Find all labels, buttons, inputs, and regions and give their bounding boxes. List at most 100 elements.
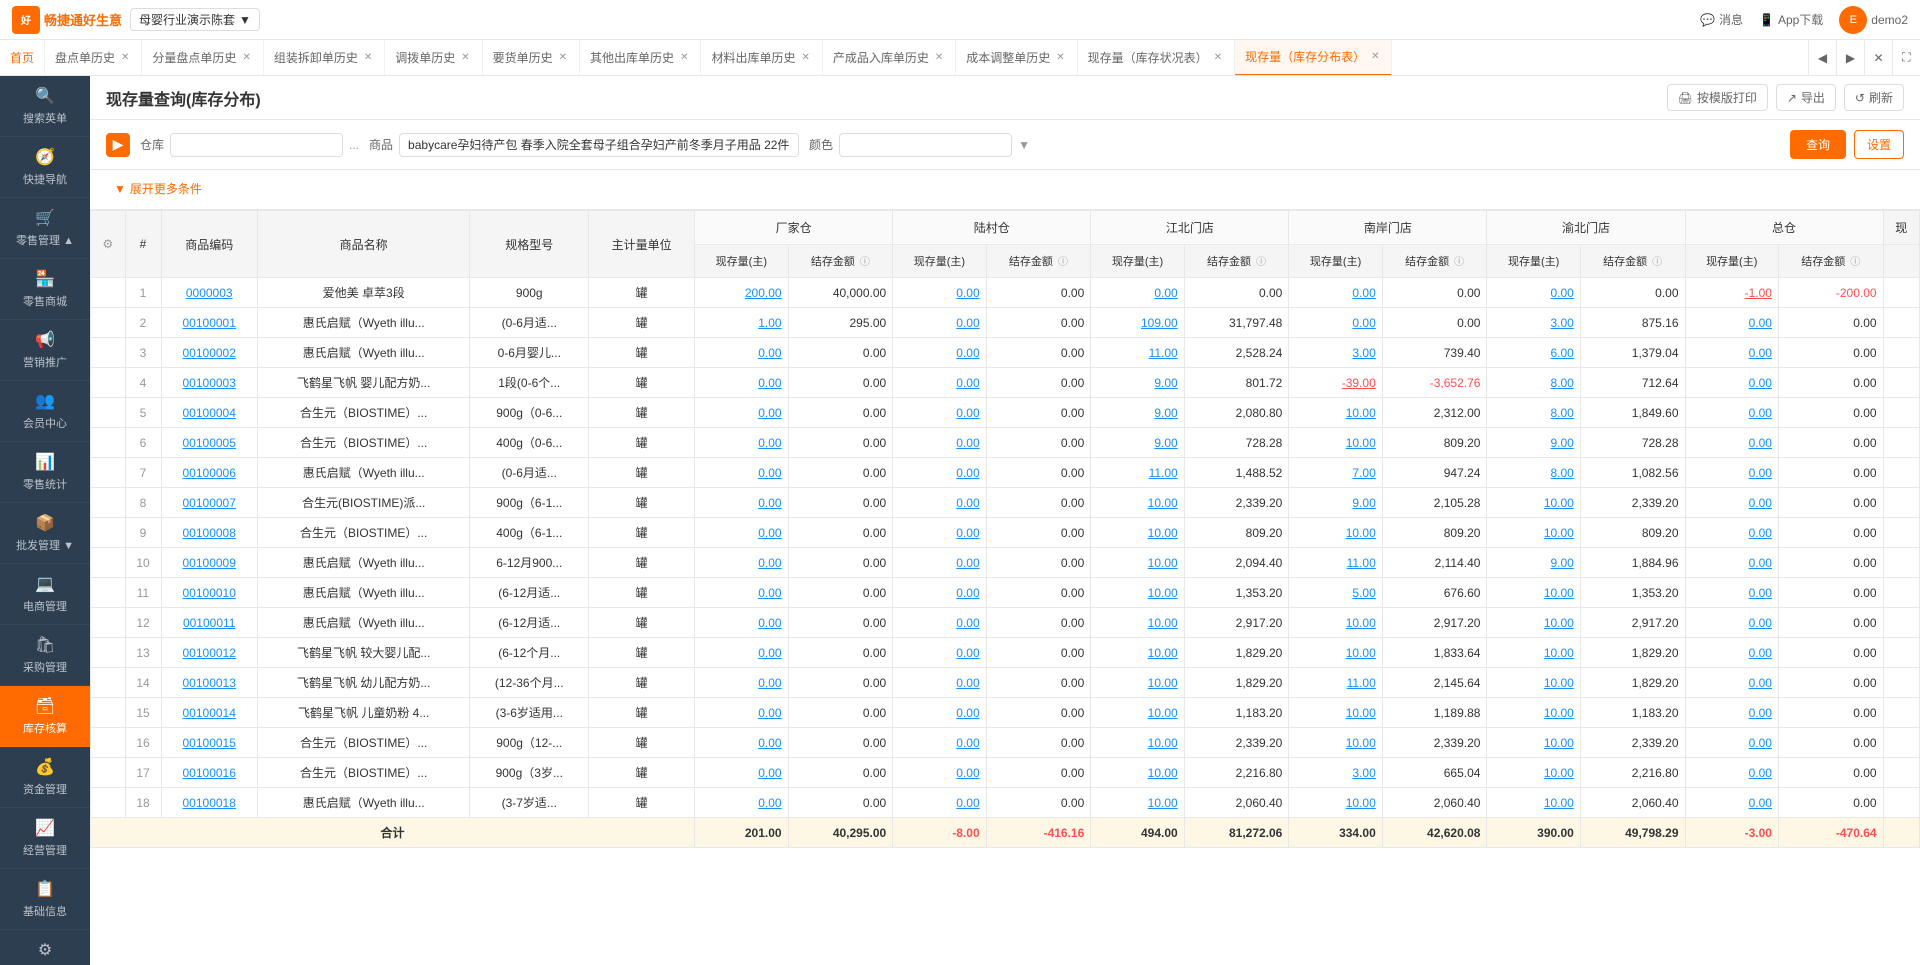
tab-product-in[interactable]: 产成品入库单历史 ✕ [823,40,956,76]
cell-lucunku-qty[interactable]: 0.00 [893,608,986,638]
cell-lucunku-qty[interactable]: 0.00 [893,398,986,428]
cell-nanan-qty[interactable]: 10.00 [1289,788,1382,818]
cell-changjiaku-qty[interactable]: 0.00 [695,398,788,428]
cell-changjiaku-qty[interactable]: 0.00 [695,638,788,668]
sidebar-item-wholesale[interactable]: 📦 批发管理 ▼ [0,503,90,564]
cell-yubei-qty[interactable]: 10.00 [1487,668,1580,698]
cell-changjiaku-qty[interactable]: 0.00 [695,488,788,518]
info-icon[interactable]: ⓘ [1256,257,1266,268]
cell-jiangbei-qty[interactable]: 10.00 [1091,638,1184,668]
close-icon[interactable]: ✕ [362,50,374,65]
cell-jiangbei-qty[interactable]: 10.00 [1091,728,1184,758]
cell-code[interactable]: 00100011 [161,608,257,638]
cell-nanan-qty[interactable]: 9.00 [1289,488,1382,518]
sidebar-item-nav[interactable]: 🧭 快捷导航 [0,137,90,198]
cell-code[interactable]: 00100016 [161,758,257,788]
tab-stock-dist[interactable]: 现存量（库存分布表） ✕ [1235,40,1392,76]
cell-total-qty[interactable]: 0.00 [1685,398,1778,428]
sidebar-item-member[interactable]: 👥 会员中心 [0,381,90,442]
color-dropdown-icon[interactable]: ▼ [1018,138,1030,152]
cell-code[interactable]: 00100003 [161,368,257,398]
cell-jiangbei-qty[interactable]: 10.00 [1091,788,1184,818]
sidebar-item-retail-stat[interactable]: 📊 零售统计 [0,442,90,503]
nav-close-btn[interactable]: ✕ [1864,40,1892,76]
refresh-btn[interactable]: ↺ 刷新 [1844,84,1904,111]
sidebar-item-retail[interactable]: 🛒 零售管理 ▲ [0,198,90,259]
cell-nanan-qty[interactable]: 10.00 [1289,698,1382,728]
cell-total-qty[interactable]: 0.00 [1685,428,1778,458]
cell-lucunku-qty[interactable]: 0.00 [893,698,986,728]
cell-yubei-qty[interactable]: 3.00 [1487,308,1580,338]
cell-yubei-qty[interactable]: 0.00 [1487,278,1580,308]
cell-changjiaku-qty[interactable]: 0.00 [695,548,788,578]
warehouse-dots[interactable]: ... [349,138,359,152]
cell-total-qty[interactable]: 0.00 [1685,488,1778,518]
tab-other-out[interactable]: 其他出库单历史 ✕ [580,40,701,76]
cell-lucunku-qty[interactable]: 0.00 [893,728,986,758]
sidebar-item-marketing[interactable]: 📢 营销推广 [0,320,90,381]
sidebar-item-retail-store[interactable]: 🏪 零售商城 [0,259,90,320]
cell-code[interactable]: 00100009 [161,548,257,578]
nav-prev-btn[interactable]: ◀ [1808,40,1836,76]
close-icon[interactable]: ✕ [557,50,569,65]
export-btn[interactable]: ↗ 导出 [1776,84,1836,111]
cell-code[interactable]: 00100012 [161,638,257,668]
cell-total-qty[interactable]: 0.00 [1685,758,1778,788]
sidebar-item-purchase[interactable]: 🛍 采购管理 [0,625,90,686]
nav-expand-btn[interactable]: ⛶ [1892,40,1920,76]
cell-jiangbei-qty[interactable]: 10.00 [1091,608,1184,638]
cell-changjiaku-qty[interactable]: 0.00 [695,668,788,698]
sidebar-item-inventory[interactable]: 🗃 库存核算 [0,686,90,747]
app-download-btn[interactable]: 📱 App下载 [1759,11,1823,28]
tab-stock-status[interactable]: 现存量（库存状况表） ✕ [1078,40,1235,76]
sidebar-item-ecommerce[interactable]: 💻 电商管理 [0,564,90,625]
cell-code[interactable]: 00100005 [161,428,257,458]
cell-yubei-qty[interactable]: 10.00 [1487,488,1580,518]
tab-splitcount[interactable]: 分量盘点单历史 ✕ [142,40,263,76]
settings-button[interactable]: 设置 [1854,130,1904,159]
cell-lucunku-qty[interactable]: 0.00 [893,638,986,668]
cell-nanan-qty[interactable]: 0.00 [1289,278,1382,308]
cell-nanan-qty[interactable]: 10.00 [1289,728,1382,758]
sidebar-item-search[interactable]: 🔍 搜索英单 [0,76,90,137]
cell-code[interactable]: 00100007 [161,488,257,518]
cell-yubei-qty[interactable]: 8.00 [1487,368,1580,398]
close-icon[interactable]: ✕ [799,50,811,65]
sidebar-item-finance[interactable]: 💰 资金管理 [0,747,90,808]
nav-next-btn[interactable]: ▶ [1836,40,1864,76]
cell-changjiaku-qty[interactable]: 0.00 [695,608,788,638]
cell-changjiaku-qty[interactable]: 0.00 [695,518,788,548]
cell-lucunku-qty[interactable]: 0.00 [893,428,986,458]
cell-changjiaku-qty[interactable]: 0.00 [695,428,788,458]
cell-lucunku-qty[interactable]: 0.00 [893,488,986,518]
tab-combo[interactable]: 组装拆卸单历史 ✕ [264,40,385,76]
cell-jiangbei-qty[interactable]: 11.00 [1091,458,1184,488]
info-icon[interactable]: ⓘ [1652,257,1662,268]
cell-yubei-qty[interactable]: 6.00 [1487,338,1580,368]
cell-yubei-qty[interactable]: 10.00 [1487,728,1580,758]
close-icon[interactable]: ✕ [1369,49,1381,64]
tab-material-out[interactable]: 材料出库单历史 ✕ [701,40,822,76]
cell-lucunku-qty[interactable]: 0.00 [893,278,986,308]
cell-code[interactable]: 00100006 [161,458,257,488]
cell-changjiaku-qty[interactable]: 0.00 [695,578,788,608]
color-input[interactable] [839,133,1012,157]
close-icon[interactable]: ✕ [240,50,252,65]
cell-lucunku-qty[interactable]: 0.00 [893,668,986,698]
column-settings-icon[interactable]: ⚙ [102,237,113,251]
tab-stockcount[interactable]: 盘点单历史 ✕ [45,40,142,76]
cell-lucunku-qty[interactable]: 0.00 [893,308,986,338]
th-settings[interactable]: ⚙ [91,211,126,278]
cell-yubei-qty[interactable]: 8.00 [1487,458,1580,488]
cell-yubei-qty[interactable]: 8.00 [1487,398,1580,428]
close-icon[interactable]: ✕ [1054,50,1066,65]
cell-nanan-qty[interactable]: 5.00 [1289,578,1382,608]
tab-transfer[interactable]: 调拨单历史 ✕ [385,40,482,76]
cell-total-qty[interactable]: 0.00 [1685,458,1778,488]
cell-code[interactable]: 00100015 [161,728,257,758]
cell-nanan-qty[interactable]: 11.00 [1289,548,1382,578]
sidebar-item-basic[interactable]: 📋 基础信息 [0,869,90,930]
industry-selector[interactable]: 母婴行业演示陈套 ▼ [130,8,260,31]
cell-lucunku-qty[interactable]: 0.00 [893,578,986,608]
cell-nanan-qty[interactable]: 10.00 [1289,638,1382,668]
